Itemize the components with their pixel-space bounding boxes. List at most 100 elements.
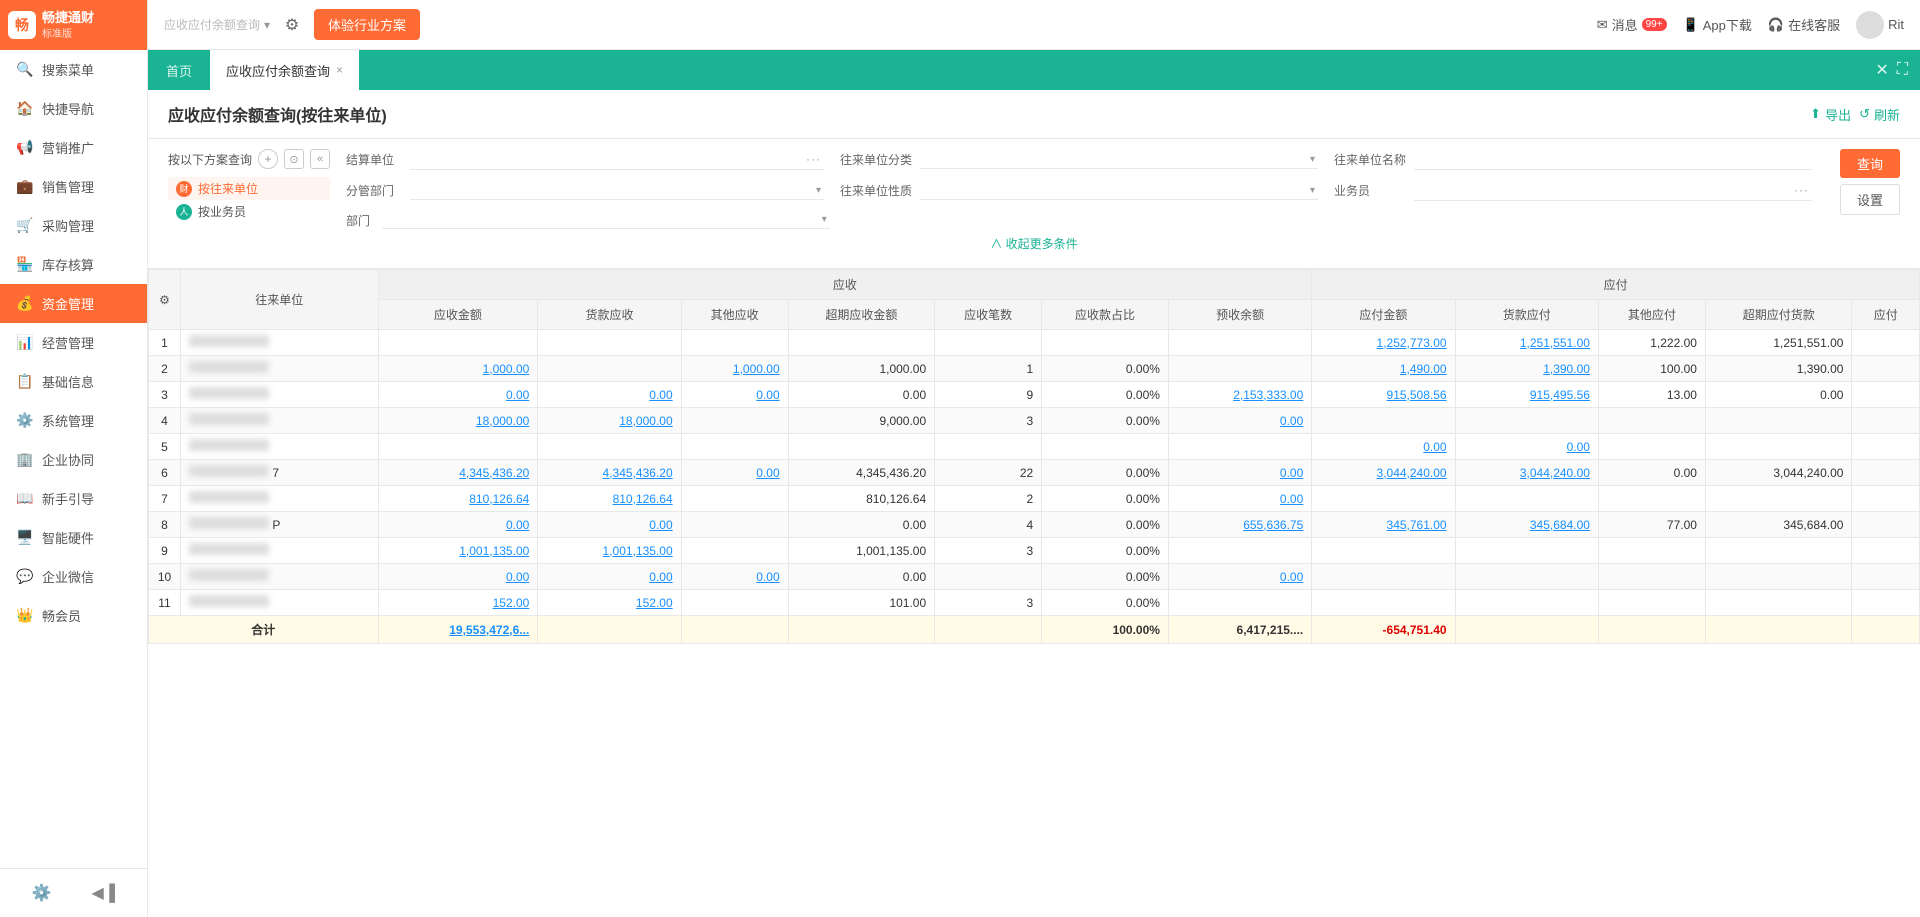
dept-chevron-icon[interactable]: ▾: [816, 185, 821, 196]
table-cell[interactable]: 0.00: [1168, 408, 1311, 434]
filter-option-by-salesman[interactable]: 人 按业务员: [168, 200, 330, 223]
table-cell[interactable]: 3,044,240.00: [1312, 460, 1455, 486]
table-cell[interactable]: 1,001,135.00: [378, 538, 538, 564]
table-cell[interactable]: 655,636.75: [1168, 512, 1311, 538]
sidebar-item-member[interactable]: 👑 畅会员: [0, 596, 147, 635]
filter-collapse-btn[interactable]: «: [310, 149, 330, 169]
table-cell[interactable]: 0.00: [681, 382, 788, 408]
table-cell: [935, 564, 1042, 590]
table-cell[interactable]: 0.00: [538, 382, 681, 408]
filter-scheme-button[interactable]: ⊙: [284, 149, 304, 169]
table-cell[interactable]: 0.00: [1455, 434, 1598, 460]
table-cell[interactable]: 345,761.00: [1312, 512, 1455, 538]
filter-option-by-company[interactable]: 财 按往来单位: [168, 177, 330, 200]
table-cell[interactable]: 915,508.56: [1312, 382, 1455, 408]
settings-gear-icon[interactable]: ⚙: [278, 11, 306, 39]
table-cell[interactable]: 18,000.00: [378, 408, 538, 434]
sidebar-item-enterprise[interactable]: 🏢 企业协同: [0, 440, 147, 479]
table-cell[interactable]: 1,251,551.00: [1455, 330, 1598, 356]
table-cell[interactable]: 1,252,773.00: [1312, 330, 1455, 356]
table-cell[interactable]: 0.00: [1312, 434, 1455, 460]
sidebar-item-system[interactable]: ⚙️ 系统管理: [0, 401, 147, 440]
sidebar-item-quick-nav[interactable]: 🏠 快捷导航: [0, 89, 147, 128]
table-cell[interactable]: 0.00: [1168, 564, 1311, 590]
table-cell[interactable]: 0.00: [378, 564, 538, 590]
table-cell[interactable]: 18,000.00: [538, 408, 681, 434]
settings-button[interactable]: 设置: [1840, 184, 1900, 215]
refresh-button[interactable]: ↺ 刷新: [1859, 105, 1900, 124]
table-cell[interactable]: 2,153,333.00: [1168, 382, 1311, 408]
company-cell: [181, 564, 379, 590]
sidebar-item-sales[interactable]: 💼 销售管理: [0, 167, 147, 206]
table-cell[interactable]: 1,000.00: [378, 356, 538, 382]
tab-close-window-icon[interactable]: ✕: [1875, 60, 1888, 80]
sidebar-item-inventory[interactable]: 🏪 库存核算: [0, 245, 147, 284]
table-cell[interactable]: 3,044,240.00: [1455, 460, 1598, 486]
sidebar-item-finance[interactable]: 💰 资金管理: [0, 284, 147, 323]
collapse-conditions-button[interactable]: ∧ 收起更多条件: [168, 229, 1900, 258]
messages-button[interactable]: ✉ 消息 99+: [1597, 15, 1667, 34]
subdept-chevron-icon[interactable]: ▾: [822, 214, 827, 225]
table-cell[interactable]: 0.00: [538, 564, 681, 590]
query-button[interactable]: 查询: [1840, 149, 1900, 178]
tab-close-icon[interactable]: ×: [336, 63, 343, 77]
category-chevron-icon[interactable]: ▾: [1310, 154, 1315, 165]
sidebar-item-basic-info[interactable]: 📋 基础信息: [0, 362, 147, 401]
table-cell: 0.00: [788, 564, 935, 590]
sidebar-item-hardware[interactable]: 🖥️ 智能硬件: [0, 518, 147, 557]
table-cell[interactable]: 4,345,436.20: [538, 460, 681, 486]
table-cell[interactable]: 152.00: [378, 590, 538, 616]
user-menu[interactable]: Rit: [1856, 11, 1904, 39]
table-cell[interactable]: 4,345,436.20: [378, 460, 538, 486]
table-cell: [788, 330, 935, 356]
export-button[interactable]: ⬆ 导出: [1810, 105, 1851, 124]
th-settings[interactable]: ⚙: [149, 270, 181, 330]
total-ar-amount[interactable]: 19,553,472,6...: [378, 616, 538, 644]
table-cell[interactable]: 1,390.00: [1455, 356, 1598, 382]
online-service-button[interactable]: 🎧 在线客服: [1768, 15, 1840, 34]
table-cell[interactable]: 1,000.00: [681, 356, 788, 382]
table-cell[interactable]: 1,001,135.00: [538, 538, 681, 564]
settlement-dots[interactable]: ···: [806, 152, 821, 166]
sidebar-item-label: 新手引导: [42, 489, 94, 508]
sidebar-item-guide[interactable]: 📖 新手引导: [0, 479, 147, 518]
table-cell[interactable]: 0.00: [378, 512, 538, 538]
table-cell[interactable]: 345,684.00: [1455, 512, 1598, 538]
table-cell: [538, 356, 681, 382]
sidebar-item-marketing[interactable]: 📢 营销推广: [0, 128, 147, 167]
company-name-input[interactable]: [1414, 149, 1812, 170]
sidebar-item-operations[interactable]: 📊 经营管理: [0, 323, 147, 362]
page-header: 应收应付余额查询(按往来单位) ⬆ 导出 ↺ 刷新: [148, 90, 1920, 139]
app-download-button[interactable]: 📱 App下载: [1683, 15, 1752, 34]
settings-bottom-icon[interactable]: ⚙️: [32, 883, 52, 903]
sidebar-logo: 畅 畅捷通财 标准版: [0, 0, 147, 50]
table-cell[interactable]: 0.00: [378, 382, 538, 408]
table-cell[interactable]: 810,126.64: [538, 486, 681, 512]
collapse-sidebar-icon[interactable]: ◀▐: [92, 883, 116, 903]
sidebar-item-search[interactable]: 🔍 搜索菜单: [0, 50, 147, 89]
tab-home[interactable]: 首页: [148, 50, 210, 90]
table-cell[interactable]: 810,126.64: [378, 486, 538, 512]
table-cell[interactable]: 152.00: [538, 590, 681, 616]
table-cell[interactable]: 0.00: [538, 512, 681, 538]
sidebar-item-label: 智能硬件: [42, 528, 94, 547]
filter-add-button[interactable]: +: [258, 149, 278, 169]
sidebar-item-wechat[interactable]: 💬 企业微信: [0, 557, 147, 596]
filter-fields-area: 结算单位 ··· 往来单位分类 ▾ 往来单位名称: [346, 149, 1812, 229]
table-cell: [1455, 486, 1598, 512]
tab-active[interactable]: 应收应付余额查询 ×: [210, 50, 359, 90]
table-cell[interactable]: 0.00: [681, 564, 788, 590]
sidebar-item-purchase[interactable]: 🛒 采购管理: [0, 206, 147, 245]
tab-expand-icon[interactable]: ⛶: [1897, 61, 1908, 79]
table-cell[interactable]: 0.00: [681, 460, 788, 486]
promo-button[interactable]: 体验行业方案: [314, 9, 420, 40]
nature-chevron-icon[interactable]: ▾: [1310, 185, 1315, 196]
table-cell[interactable]: 0.00: [1168, 486, 1311, 512]
table-cell[interactable]: 0.00: [1168, 460, 1311, 486]
table-cell[interactable]: 1,490.00: [1312, 356, 1455, 382]
table-cell: 3: [935, 590, 1042, 616]
table-cell: 9,000.00: [788, 408, 935, 434]
category-label: 往来单位分类: [840, 151, 912, 168]
salesman-dots[interactable]: ···: [1794, 183, 1809, 197]
table-cell[interactable]: 915,495.56: [1455, 382, 1598, 408]
